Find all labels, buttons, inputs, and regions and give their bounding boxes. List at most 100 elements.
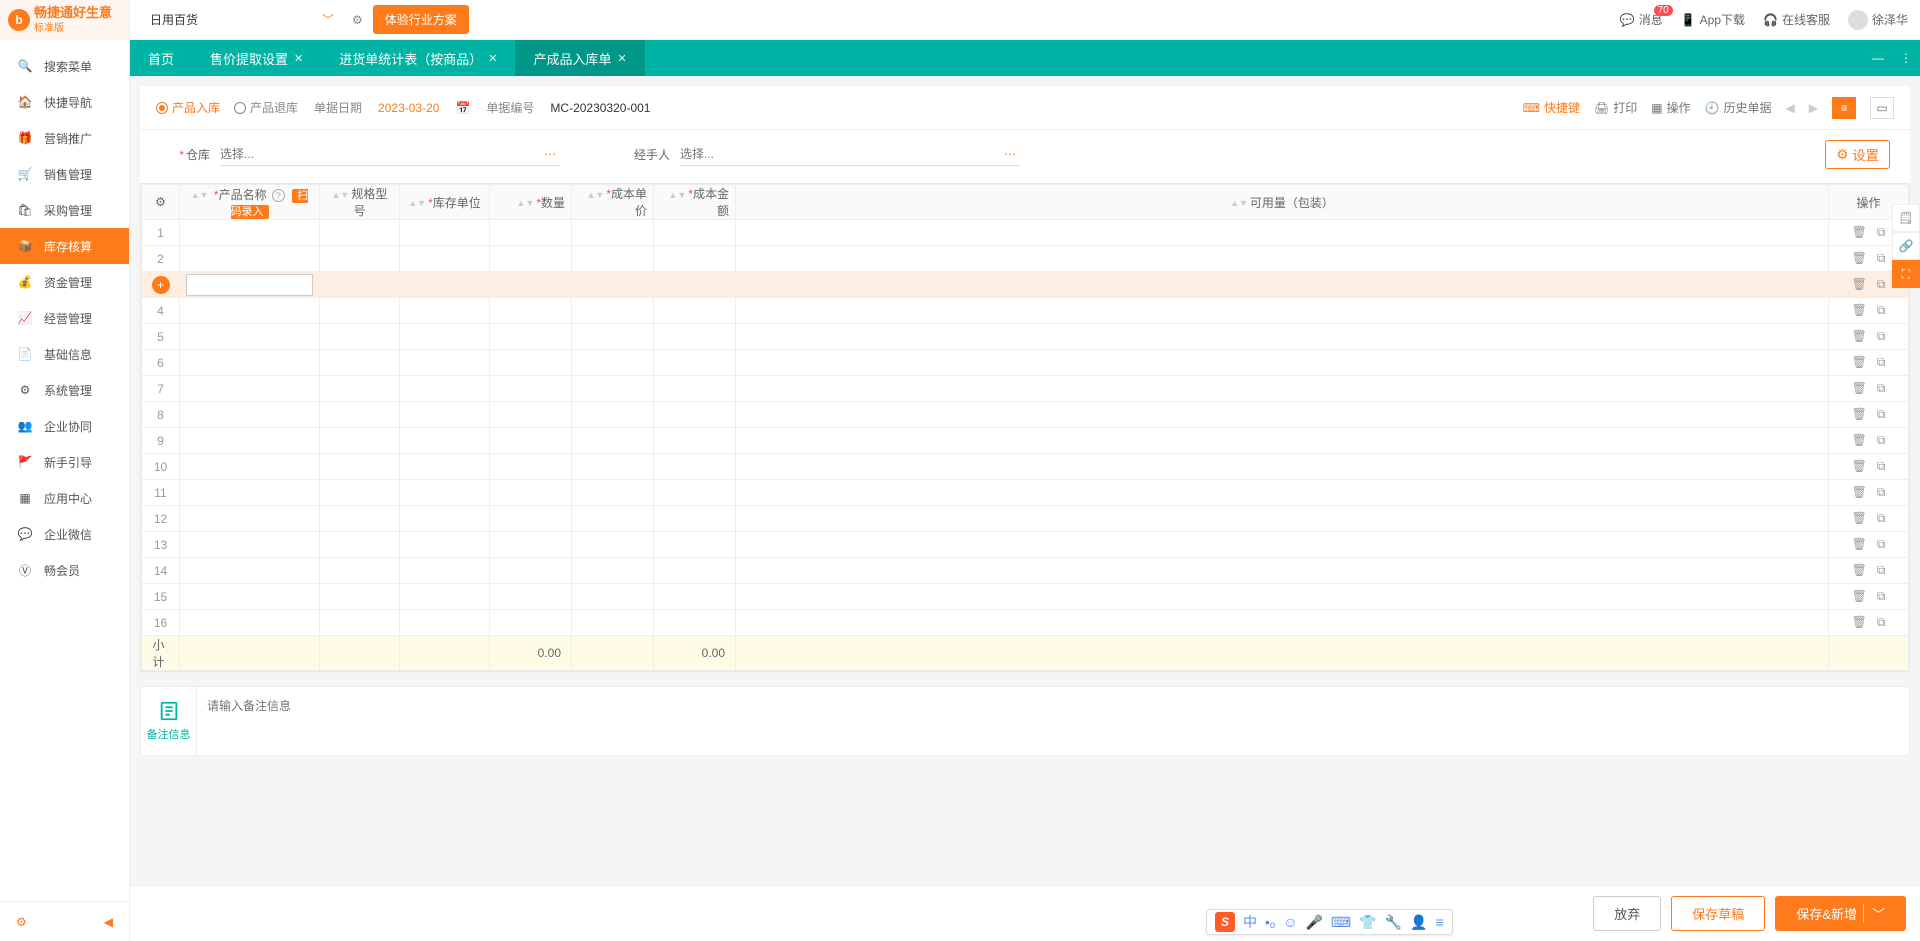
- delete-row-icon[interactable]: 🗑: [1852, 511, 1867, 526]
- operate-button[interactable]: ▦ 操作: [1651, 99, 1690, 116]
- ime-toolbar[interactable]: S 中 •ₒ ☺ 🎤 ⌨ 👕 🔧 👤 ≡: [1206, 909, 1453, 935]
- table-row[interactable]: 10🗑⧉: [142, 454, 1909, 480]
- nav-item-chart[interactable]: 📈经营管理: [0, 300, 129, 336]
- nav-item-vip[interactable]: Ⓥ畅会员: [0, 552, 129, 588]
- top-gear-icon[interactable]: ⚙: [352, 13, 363, 27]
- copy-row-icon[interactable]: ⧉: [1877, 251, 1886, 266]
- nav-item-gear[interactable]: ⚙系统管理: [0, 372, 129, 408]
- close-icon[interactable]: ✕: [618, 52, 627, 65]
- float-expand-button[interactable]: ⛶: [1892, 260, 1920, 288]
- print-button[interactable]: 🖨 打印: [1594, 99, 1637, 116]
- copy-row-icon[interactable]: ⧉: [1877, 511, 1886, 526]
- sidebar-settings-icon[interactable]: ⚙: [16, 915, 27, 929]
- grid-settings-button[interactable]: ⚙ 设置: [1825, 140, 1890, 169]
- delete-row-icon[interactable]: 🗑: [1852, 251, 1867, 266]
- chevron-down-icon[interactable]: ﹀: [1863, 904, 1885, 923]
- copy-row-icon[interactable]: ⧉: [1877, 381, 1886, 396]
- col-cost-amount[interactable]: ▲▼*成本金额: [654, 185, 736, 220]
- help-icon[interactable]: ?: [272, 189, 285, 202]
- nav-item-compass[interactable]: 🏠快捷导航: [0, 84, 129, 120]
- copy-row-icon[interactable]: ⧉: [1877, 563, 1886, 578]
- table-row[interactable]: 11🗑⧉: [142, 480, 1909, 506]
- save-draft-button[interactable]: 保存草稿: [1671, 896, 1765, 931]
- col-cost-price[interactable]: ▲▼*成本单价: [572, 185, 654, 220]
- column-settings-button[interactable]: ⚙: [142, 185, 180, 220]
- delete-row-icon[interactable]: 🗑: [1852, 277, 1867, 292]
- table-row[interactable]: 6🗑⧉: [142, 350, 1909, 376]
- ime-tool-icon[interactable]: 🔧: [1385, 914, 1402, 931]
- table-row[interactable]: 8🗑⧉: [142, 402, 1909, 428]
- save-and-new-button[interactable]: 保存&新增 ﹀: [1775, 896, 1906, 931]
- copy-row-icon[interactable]: ⧉: [1877, 537, 1886, 552]
- try-plan-button[interactable]: 体验行业方案: [373, 5, 469, 34]
- ime-smile-icon[interactable]: ☺: [1283, 914, 1297, 930]
- messages-button[interactable]: 💬 消息 70: [1620, 11, 1663, 28]
- shortcut-button[interactable]: ⌨ 快捷键: [1523, 99, 1580, 116]
- radio-product-out[interactable]: 产品退库: [234, 99, 298, 116]
- delete-row-icon[interactable]: 🗑: [1852, 225, 1867, 240]
- delete-row-icon[interactable]: 🗑: [1852, 485, 1867, 500]
- copy-row-icon[interactable]: ⧉: [1877, 303, 1886, 318]
- table-row[interactable]: 16🗑⧉: [142, 610, 1909, 636]
- col-available[interactable]: ▲▼可用量（包装）: [736, 185, 1829, 220]
- user-menu[interactable]: 徐泽华: [1848, 10, 1908, 30]
- tab-1[interactable]: 售价提取设置✕: [192, 40, 321, 76]
- shop-selector[interactable]: 日用百货 ﹀: [142, 7, 342, 32]
- float-link-button[interactable]: 🔗: [1892, 232, 1920, 260]
- table-row[interactable]: 2🗑⧉: [142, 246, 1909, 272]
- nav-item-apps[interactable]: ▦应用中心: [0, 480, 129, 516]
- copy-row-icon[interactable]: ⧉: [1877, 459, 1886, 474]
- radio-product-in[interactable]: 产品入库: [156, 99, 220, 116]
- tab-3[interactable]: 产成品入库单✕: [515, 40, 644, 76]
- remark-input[interactable]: [197, 687, 1909, 755]
- delete-row-icon[interactable]: 🗑: [1852, 433, 1867, 448]
- online-service-button[interactable]: 🎧 在线客服: [1763, 11, 1830, 28]
- nav-item-search[interactable]: 🔍搜索菜单: [0, 48, 129, 84]
- tab-2[interactable]: 进货单统计表（按商品）✕: [321, 40, 515, 76]
- nav-item-coin[interactable]: 💰资金管理: [0, 264, 129, 300]
- tab-menu-button[interactable]: ⋮: [1892, 40, 1920, 76]
- delete-row-icon[interactable]: 🗑: [1852, 563, 1867, 578]
- delete-row-icon[interactable]: 🗑: [1852, 355, 1867, 370]
- ime-menu-icon[interactable]: ≡: [1435, 914, 1443, 930]
- copy-row-icon[interactable]: ⧉: [1877, 277, 1886, 292]
- prev-doc-button[interactable]: ◀: [1786, 101, 1795, 115]
- copy-row-icon[interactable]: ⧉: [1877, 225, 1886, 240]
- delete-row-icon[interactable]: 🗑: [1852, 459, 1867, 474]
- add-row-button[interactable]: +: [152, 276, 170, 294]
- col-product[interactable]: ▲▼ *产品名称 ? 扫码录入: [180, 185, 320, 220]
- table-row[interactable]: 5🗑⧉: [142, 324, 1909, 350]
- close-icon[interactable]: ✕: [488, 52, 497, 65]
- nav-item-bag[interactable]: 🛍采购管理: [0, 192, 129, 228]
- nav-item-team[interactable]: 👥企业协同: [0, 408, 129, 444]
- nav-item-doc[interactable]: 📄基础信息: [0, 336, 129, 372]
- ime-mic-icon[interactable]: 🎤: [1305, 914, 1322, 931]
- table-row[interactable]: 14🗑⧉: [142, 558, 1909, 584]
- handler-more-icon[interactable]: ⋯: [1000, 147, 1020, 161]
- handler-input[interactable]: [680, 143, 1000, 165]
- sidebar-collapse-icon[interactable]: ◀: [104, 915, 113, 929]
- delete-row-icon[interactable]: 🗑: [1852, 537, 1867, 552]
- ime-lang[interactable]: 中: [1243, 912, 1257, 932]
- col-spec[interactable]: ▲▼规格型号: [320, 185, 400, 220]
- ime-skin-icon[interactable]: 👕: [1359, 914, 1376, 931]
- delete-row-icon[interactable]: 🗑: [1852, 589, 1867, 604]
- product-cell-input[interactable]: [186, 274, 313, 296]
- table-row[interactable]: + 🗑 ⧉: [142, 272, 1909, 298]
- col-qty[interactable]: ▲▼*数量: [490, 185, 572, 220]
- copy-row-icon[interactable]: ⧉: [1877, 329, 1886, 344]
- nav-item-flag[interactable]: 🚩新手引导: [0, 444, 129, 480]
- table-row[interactable]: 13🗑⧉: [142, 532, 1909, 558]
- close-icon[interactable]: ✕: [294, 52, 303, 65]
- copy-row-icon[interactable]: ⧉: [1877, 615, 1886, 630]
- table-row[interactable]: 9🗑⧉: [142, 428, 1909, 454]
- table-row[interactable]: 15🗑⧉: [142, 584, 1909, 610]
- delete-row-icon[interactable]: 🗑: [1852, 329, 1867, 344]
- history-button[interactable]: 🕘 历史单据: [1705, 99, 1772, 116]
- nav-item-gift[interactable]: 🎁营销推广: [0, 120, 129, 156]
- nav-item-wechat[interactable]: 💬企业微信: [0, 516, 129, 552]
- warehouse-more-icon[interactable]: ⋯: [540, 147, 560, 161]
- copy-row-icon[interactable]: ⧉: [1877, 589, 1886, 604]
- next-doc-button[interactable]: ▶: [1809, 101, 1818, 115]
- discard-button[interactable]: 放弃: [1593, 896, 1661, 931]
